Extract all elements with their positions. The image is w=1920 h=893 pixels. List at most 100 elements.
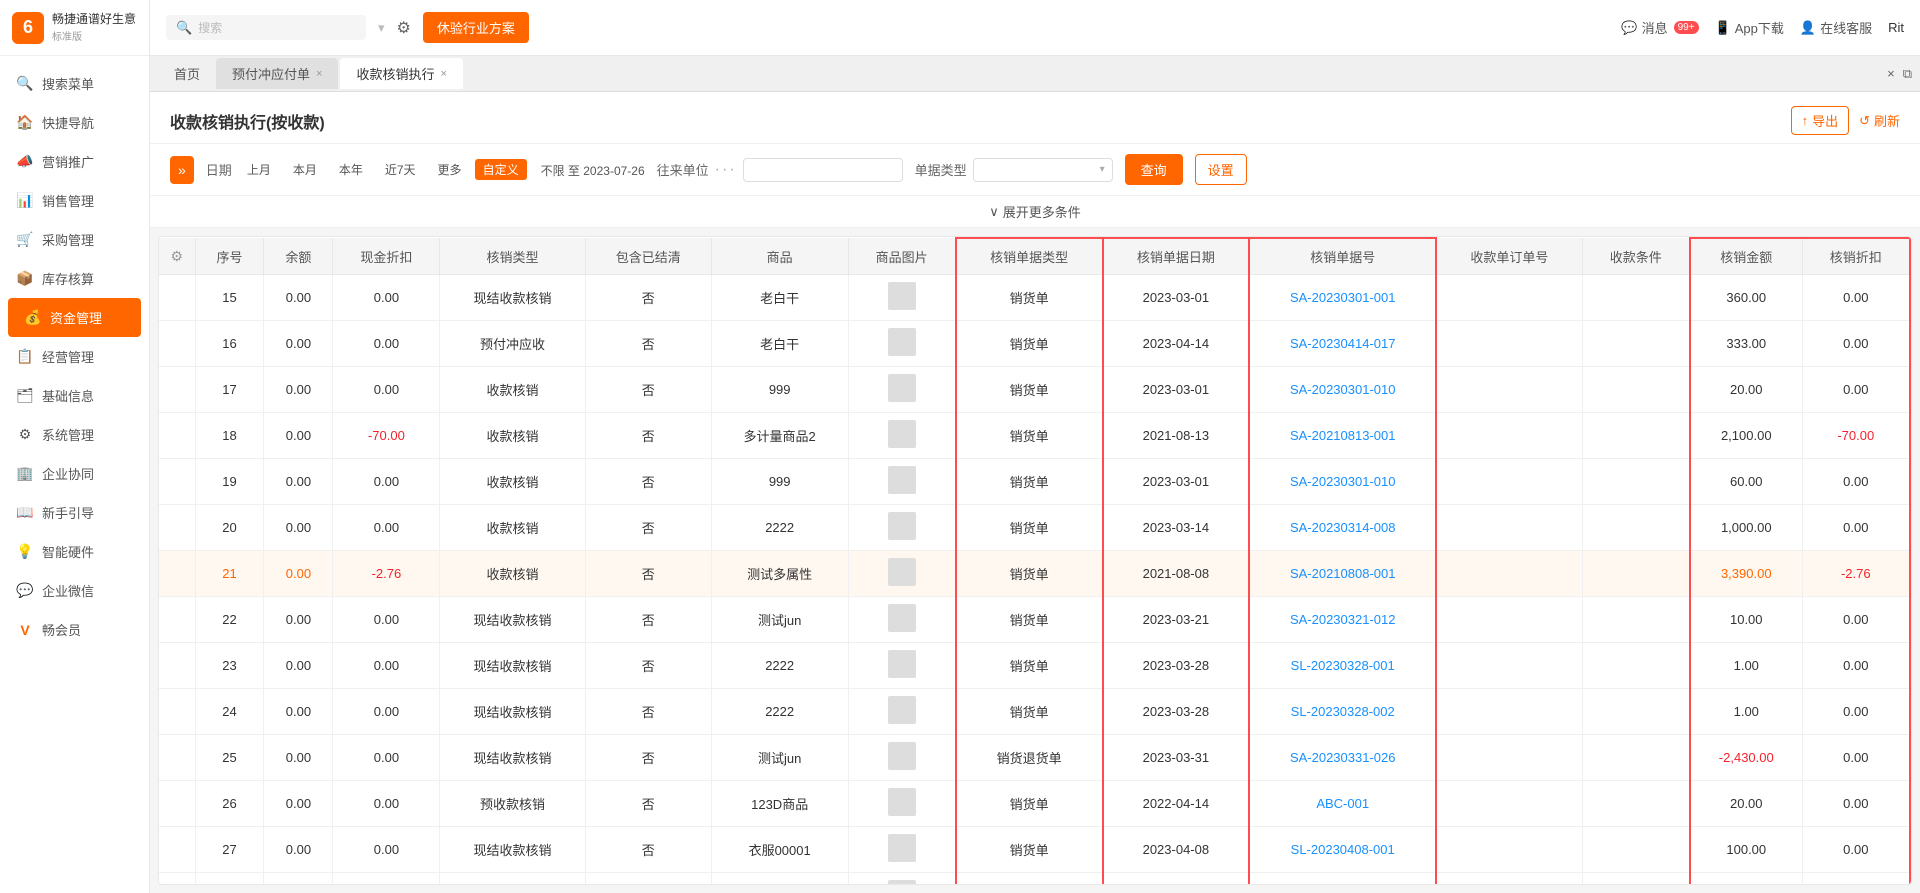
row-doc-no[interactable]: SA-20230301-010 [1249,459,1436,505]
row-discount: 0.00 [1802,781,1910,827]
row-doc-no[interactable]: SL-20230408-001 [1249,827,1436,873]
sidebar-item-inventory[interactable]: 📦 库存核算 [0,259,149,298]
sidebar-item-guide[interactable]: 📖 新手引导 [0,493,149,532]
row-no: 17 [195,367,264,413]
row-order-no [1436,505,1582,551]
row-doc-type: 销货单 [956,413,1103,459]
row-doc-no[interactable]: SA-20230321-012 [1249,597,1436,643]
row-checkbox-cell [159,413,195,459]
sidebar-item-system[interactable]: ⚙ 系统管理 [0,415,149,454]
sidebar-item-quick[interactable]: 🏠 快捷导航 [0,103,149,142]
settings-gear-icon[interactable]: ⚙ [397,18,411,38]
sidebar-item-basic[interactable]: 🗂 基础信息 [0,376,149,415]
sidebar-item-search[interactable]: 🔍 搜索菜单 [0,64,149,103]
sidebar-item-sales[interactable]: 📊 销售管理 [0,181,149,220]
filter-from-unit-input[interactable] [743,158,903,182]
row-cash-discount: 0.00 [333,597,440,643]
row-balance: 0.00 [264,873,333,886]
doc-no-link[interactable]: SA-20230414-017 [1290,336,1396,351]
doc-no-link[interactable]: SA-20230301-001 [1290,290,1396,305]
guide-icon: 📖 [16,504,34,522]
row-no: 21 [195,551,264,597]
sidebar-item-marketing[interactable]: 📣 营销推广 [0,142,149,181]
tab-close-icon[interactable]: × [316,68,322,80]
filter-receipt-type-select[interactable] [973,158,1113,182]
row-discount: 0.00 [1802,367,1910,413]
industry-solution-button[interactable]: 休验行业方案 [423,12,529,43]
doc-no-link[interactable]: SA-20210813-001 [1290,428,1396,443]
row-doc-no[interactable]: ABC-001 [1249,781,1436,827]
filter-date-more[interactable]: 更多 [429,158,471,181]
row-order-no [1436,827,1582,873]
export-button[interactable]: ↑ 导出 [1791,106,1850,135]
row-no: 27 [195,827,264,873]
online-service-btn[interactable]: 👤 在线客服 [1800,18,1872,37]
row-doc-no[interactable]: SA-20230414-017 [1249,321,1436,367]
doc-no-link[interactable]: SA-20230301-010 [1290,382,1396,397]
query-button[interactable]: 查询 [1125,154,1183,185]
filter-date-7days[interactable]: 近7天 [376,158,425,181]
app-download-btn[interactable]: 📱 App下载 [1715,18,1784,37]
expand-more-button[interactable]: ∨ 展开更多条件 [989,202,1081,221]
row-doc-no[interactable]: SL-20230418-001 [1249,873,1436,886]
row-doc-no[interactable]: SA-20210808-001 [1249,551,1436,597]
row-doc-no[interactable]: SA-20230301-001 [1249,275,1436,321]
tab-advance-payment[interactable]: 预付冲应付单 × [216,58,338,89]
sidebar-item-wechat[interactable]: 💬 企业微信 [0,571,149,610]
row-write-off-type: 现结收款核销 [440,689,585,735]
row-doc-no[interactable]: SL-20230328-002 [1249,689,1436,735]
product-thumbnail [888,880,916,885]
doc-no-link[interactable]: SL-20230328-002 [1291,704,1395,719]
row-goods: 123D商品 [711,781,848,827]
refresh-button[interactable]: ↺ 刷新 [1859,111,1900,130]
tab-home[interactable]: 首页 [158,58,216,89]
filter-date-this-month[interactable]: 本月 [284,158,326,181]
doc-no-link[interactable]: ABC-001 [1316,796,1369,811]
maximize-icon[interactable]: ⧉ [1903,66,1912,82]
filter-date-last-month[interactable]: 上月 [238,158,280,181]
filter-date-custom[interactable]: 自定义 [475,159,527,180]
sidebar-item-member[interactable]: V 畅会员 [0,610,149,649]
col-settings-icon[interactable]: ⚙ [170,248,183,264]
doc-no-link[interactable]: SA-20230321-012 [1290,612,1396,627]
filter-expand-button[interactable]: » [170,156,194,184]
row-doc-no[interactable]: SA-20230331-026 [1249,735,1436,781]
sidebar-item-operation[interactable]: 📋 经营管理 [0,337,149,376]
row-goods-img [848,781,956,827]
row-doc-no[interactable]: SA-20230314-008 [1249,505,1436,551]
doc-no-link[interactable]: SA-20230314-008 [1290,520,1396,535]
row-doc-no[interactable]: SA-20210813-001 [1249,413,1436,459]
doc-no-link[interactable]: SA-20230301-010 [1290,474,1396,489]
row-doc-type: 销货单 [956,459,1103,505]
product-thumbnail [888,420,916,448]
row-doc-no[interactable]: SA-20230301-010 [1249,367,1436,413]
message-icon-btn[interactable]: 💬 消息 99+ [1621,18,1698,37]
sidebar-item-purchase[interactable]: 🛒 采购管理 [0,220,149,259]
filter-date-range: 不限 至 2023-07-26 [541,162,645,179]
settings-button[interactable]: 设置 [1195,154,1247,185]
sidebar-item-hardware[interactable]: 💡 智能硬件 [0,532,149,571]
hardware-icon: 💡 [16,543,34,561]
doc-no-link[interactable]: SA-20230331-026 [1290,750,1396,765]
topbar-search-box[interactable]: 🔍 搜索 [166,15,366,40]
row-goods: 2222 [711,643,848,689]
sidebar-item-label: 库存核算 [42,269,94,288]
doc-no-link[interactable]: SL-20230408-001 [1291,842,1395,857]
row-doc-no[interactable]: SL-20230328-001 [1249,643,1436,689]
product-thumbnail [888,696,916,724]
topbar-dropdown[interactable]: ▾ [378,20,385,36]
th-goods-img: 商品图片 [848,238,956,275]
filter-date-this-year[interactable]: 本年 [330,158,372,181]
page-title: 收款核销执行(按收款) [170,109,325,133]
user-avatar[interactable]: Rit [1888,20,1904,35]
doc-no-link[interactable]: SL-20230328-001 [1291,658,1395,673]
sidebar-item-finance[interactable]: 💰 资金管理 [8,298,141,337]
doc-no-link[interactable]: SA-20210808-001 [1290,566,1396,581]
tab-collection-write-off[interactable]: 收款核销执行 × [340,58,462,89]
row-amount: 333.00 [1690,321,1802,367]
close-window-icon[interactable]: × [1887,66,1895,81]
sidebar-item-corp[interactable]: 🏢 企业协同 [0,454,149,493]
tab-close-icon[interactable]: × [440,68,446,80]
row-doc-date: 2021-08-08 [1103,551,1250,597]
sidebar-item-label: 资金管理 [50,308,102,327]
